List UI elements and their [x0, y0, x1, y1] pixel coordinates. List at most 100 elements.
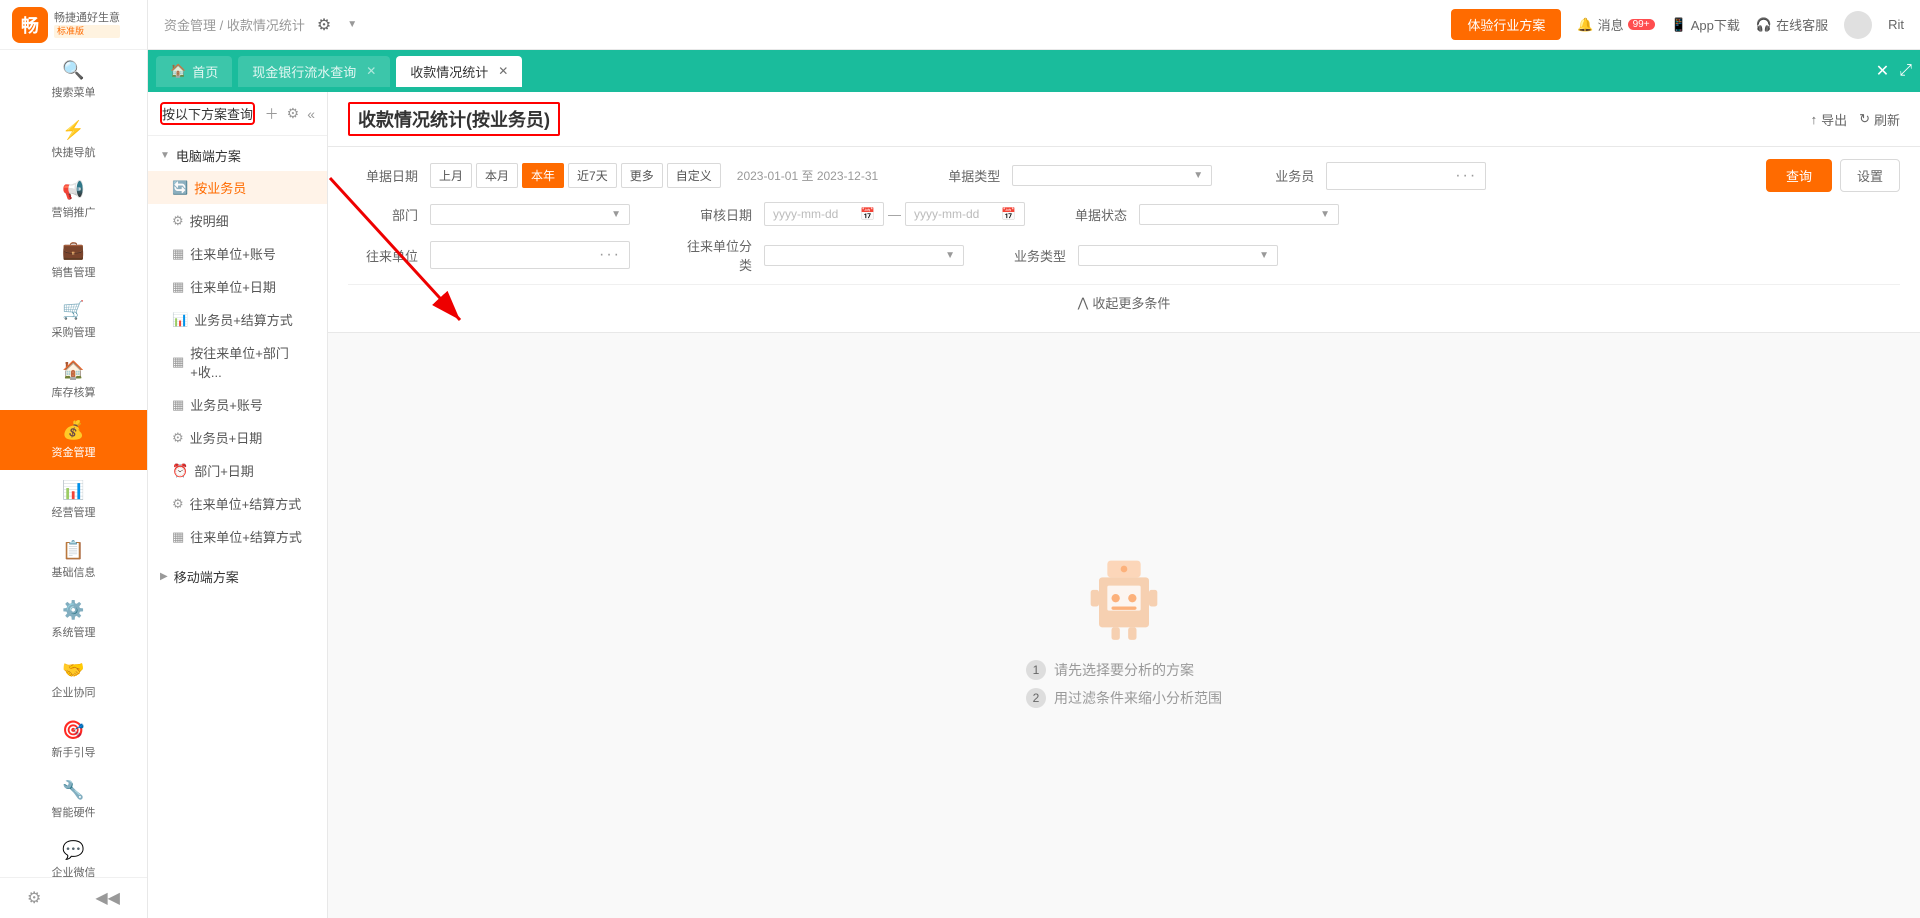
sidebar-footer: ⚙ ◀◀ — [0, 877, 147, 918]
scheme-item-salesperson-calc[interactable]: 📊 业务员+结算方式 — [148, 303, 327, 336]
sidebar-item-smart[interactable]: 🔧 智能硬件 — [0, 770, 147, 830]
sidebar-label-wechat: 企业微信 — [52, 864, 96, 877]
scheme-collapse-icon[interactable]: « — [307, 106, 315, 122]
date-btn-last-month[interactable]: 上月 — [430, 163, 472, 188]
scheme-item-unit-calc1-label: 往来单位+结算方式 — [190, 494, 302, 513]
biz-type-arrow: ▼ — [1259, 250, 1269, 261]
header-icon-group: 🔔 消息 99+ 📱 App下载 🎧 在线客服 Rit — [1577, 11, 1904, 39]
sidebar-item-business[interactable]: 📊 经营管理 — [0, 470, 147, 530]
scheme-item-unit-date[interactable]: ▦ 往来单位+日期 — [148, 270, 327, 303]
refresh-label: 刷新 — [1874, 110, 1900, 129]
app-download-item[interactable]: 📱 App下载 — [1671, 15, 1740, 34]
sidebar-item-corp[interactable]: 🤝 企业协同 — [0, 650, 147, 710]
sidebar-settings-btn[interactable]: ⚙ — [27, 888, 41, 908]
sidebar-item-finance[interactable]: 💰 资金管理 — [0, 410, 147, 470]
refresh-btn[interactable]: ↻ 刷新 — [1859, 110, 1900, 129]
online-service-item[interactable]: 🎧 在线客服 — [1756, 15, 1828, 34]
partner-dots[interactable]: ··· — [599, 246, 621, 264]
sidebar-item-marketing[interactable]: 📢 营销推广 — [0, 170, 147, 230]
scheme-item-by-detail[interactable]: ⚙ 按明细 — [148, 204, 327, 237]
home-icon: 🏠 — [170, 63, 186, 79]
sidebar-item-purchase[interactable]: 🛒 采购管理 — [0, 290, 147, 350]
header-settings-icon[interactable]: ⚙ — [317, 15, 331, 35]
page-body: 按以下方案查询 ＋ ⚙ « ▼ 电脑端方案 🔄 按业务员 — [148, 92, 1920, 918]
header-dropdown-icon[interactable]: ▼ — [347, 19, 357, 30]
scheme-item-salesperson-account[interactable]: ▦ 业务员+账号 — [148, 388, 327, 421]
collapse-icon: ⋀ — [1078, 295, 1089, 311]
settings-btn[interactable]: 设置 — [1840, 159, 1900, 192]
logo-area: 畅 畅捷通好生意 标准版 — [0, 0, 147, 50]
sidebar-item-basic[interactable]: 📋 基础信息 — [0, 530, 147, 590]
scheme-item-unit-dept-collect[interactable]: ▦ 按往来单位+部门+收... — [148, 336, 327, 388]
salesperson-select[interactable]: ··· — [1326, 162, 1486, 190]
date-btn-more[interactable]: 更多 — [621, 163, 663, 188]
tab-bank-flow[interactable]: 现金银行流水查询 ✕ — [238, 56, 390, 87]
trial-btn[interactable]: 体验行业方案 — [1451, 9, 1561, 40]
sidebar-item-warehouse[interactable]: 🏠 库存核算 — [0, 350, 147, 410]
sidebar-item-wechat[interactable]: 💬 企业微信 — [0, 830, 147, 877]
guide-icon: 🎯 — [62, 720, 84, 741]
filter-area: 单据日期 上月 本月 本年 近7天 更多 自定义 2023-01-01 至 20… — [328, 147, 1920, 333]
sidebar: 畅 畅捷通好生意 标准版 🔍 搜索菜单 ⚡ 快捷导航 📢 营销推广 💼 销售管理 — [0, 0, 148, 918]
dept-arrow: ▼ — [611, 209, 621, 220]
scheme-item-salesperson-date[interactable]: ⚙ 业务员+日期 — [148, 421, 327, 454]
tab-close-window-icon[interactable]: ✕ — [1876, 61, 1889, 81]
user-avatar[interactable] — [1844, 11, 1872, 39]
query-btn[interactable]: 查询 — [1766, 159, 1832, 192]
tab-collection-stats-close[interactable]: ✕ — [498, 64, 508, 78]
sidebar-collapse-btn[interactable]: ◀◀ — [95, 888, 120, 908]
scheme-item-unit-calc2[interactable]: ▦ 往来单位+结算方式 — [148, 520, 327, 553]
system-icon: ⚙️ — [62, 600, 84, 621]
export-btn[interactable]: ↑ 导出 — [1811, 110, 1848, 129]
tab-home[interactable]: 🏠 首页 — [156, 56, 232, 87]
date-btn-custom[interactable]: 自定义 — [667, 163, 721, 188]
salesperson-dots[interactable]: ··· — [1455, 167, 1477, 185]
scheme-group-desktop-header[interactable]: ▼ 电脑端方案 — [148, 140, 327, 171]
date-btn-this-year[interactable]: 本年 — [522, 163, 564, 188]
scheme-settings-icon[interactable]: ⚙ — [287, 105, 300, 122]
tab-maximize-icon[interactable]: ⤢ — [1899, 62, 1912, 80]
tab-collection-stats[interactable]: 收款情况统计 ✕ — [396, 56, 522, 87]
sidebar-item-search[interactable]: 🔍 搜索菜单 — [0, 50, 147, 110]
sidebar-item-system[interactable]: ⚙️ 系统管理 — [0, 590, 147, 650]
sidebar-item-sales[interactable]: 💼 销售管理 — [0, 230, 147, 290]
collapse-btn[interactable]: ⋀ 收起更多条件 — [348, 285, 1900, 320]
sidebar-item-guide[interactable]: 🎯 新手引导 — [0, 710, 147, 770]
step-2-text: 用过滤条件来缩小分析范围 — [1054, 688, 1222, 708]
date-dash: — — [888, 207, 901, 222]
scheme-item-dept-date[interactable]: ⏰ 部门+日期 — [148, 454, 327, 487]
doc-type-select[interactable]: ▼ — [1012, 165, 1212, 186]
scheme-group-desktop-label: 电脑端方案 — [176, 146, 241, 165]
smart-icon: 🔧 — [62, 780, 84, 801]
date-btn-7days[interactable]: 近7天 — [568, 163, 617, 188]
scheme-group-mobile-arrow: ▶ — [160, 571, 168, 582]
dept-select[interactable]: ▼ — [430, 204, 630, 225]
review-date-end[interactable]: yyyy-mm-dd 📅 — [905, 202, 1025, 226]
sidebar-label-smart: 智能硬件 — [52, 804, 96, 820]
biz-type-select[interactable]: ▼ — [1078, 245, 1278, 266]
partner-label: 往来单位 — [348, 246, 418, 265]
online-service-label: 在线客服 — [1776, 15, 1828, 34]
scheme-group-mobile-header[interactable]: ▶ 移动端方案 — [148, 561, 327, 592]
scheme-item-unit-date-label: 往来单位+日期 — [190, 277, 276, 296]
bell-icon: 🔔 — [1577, 17, 1593, 33]
doc-status-select[interactable]: ▼ — [1139, 204, 1339, 225]
partner-category-select[interactable]: ▼ — [764, 245, 964, 266]
review-date-start[interactable]: yyyy-mm-dd 📅 — [764, 202, 884, 226]
tab-bank-flow-label: 现金银行流水查询 — [252, 62, 356, 81]
tab-bank-flow-close[interactable]: ✕ — [366, 64, 376, 78]
sidebar-item-quick-nav[interactable]: ⚡ 快捷导航 — [0, 110, 147, 170]
scheme-item-by-salesperson-icon: 🔄 — [172, 180, 188, 196]
sidebar-label-marketing: 营销推广 — [52, 204, 96, 220]
scheme-item-unit-account[interactable]: ▦ 往来单位+账号 — [148, 237, 327, 270]
notification-item[interactable]: 🔔 消息 99+ — [1577, 15, 1654, 34]
scheme-add-icon[interactable]: ＋ — [265, 104, 279, 124]
notification-label: 消息 — [1598, 15, 1624, 34]
date-btn-this-month[interactable]: 本月 — [476, 163, 518, 188]
scheme-item-unit-dept-collect-icon: ▦ — [172, 354, 184, 370]
scheme-item-by-salesperson[interactable]: 🔄 按业务员 — [148, 171, 327, 204]
scheme-item-unit-calc1[interactable]: ⚙ 往来单位+结算方式 — [148, 487, 327, 520]
app-download-label: App下载 — [1691, 15, 1740, 34]
partner-select[interactable]: ··· — [430, 241, 630, 269]
download-icon: 📱 — [1671, 17, 1687, 33]
